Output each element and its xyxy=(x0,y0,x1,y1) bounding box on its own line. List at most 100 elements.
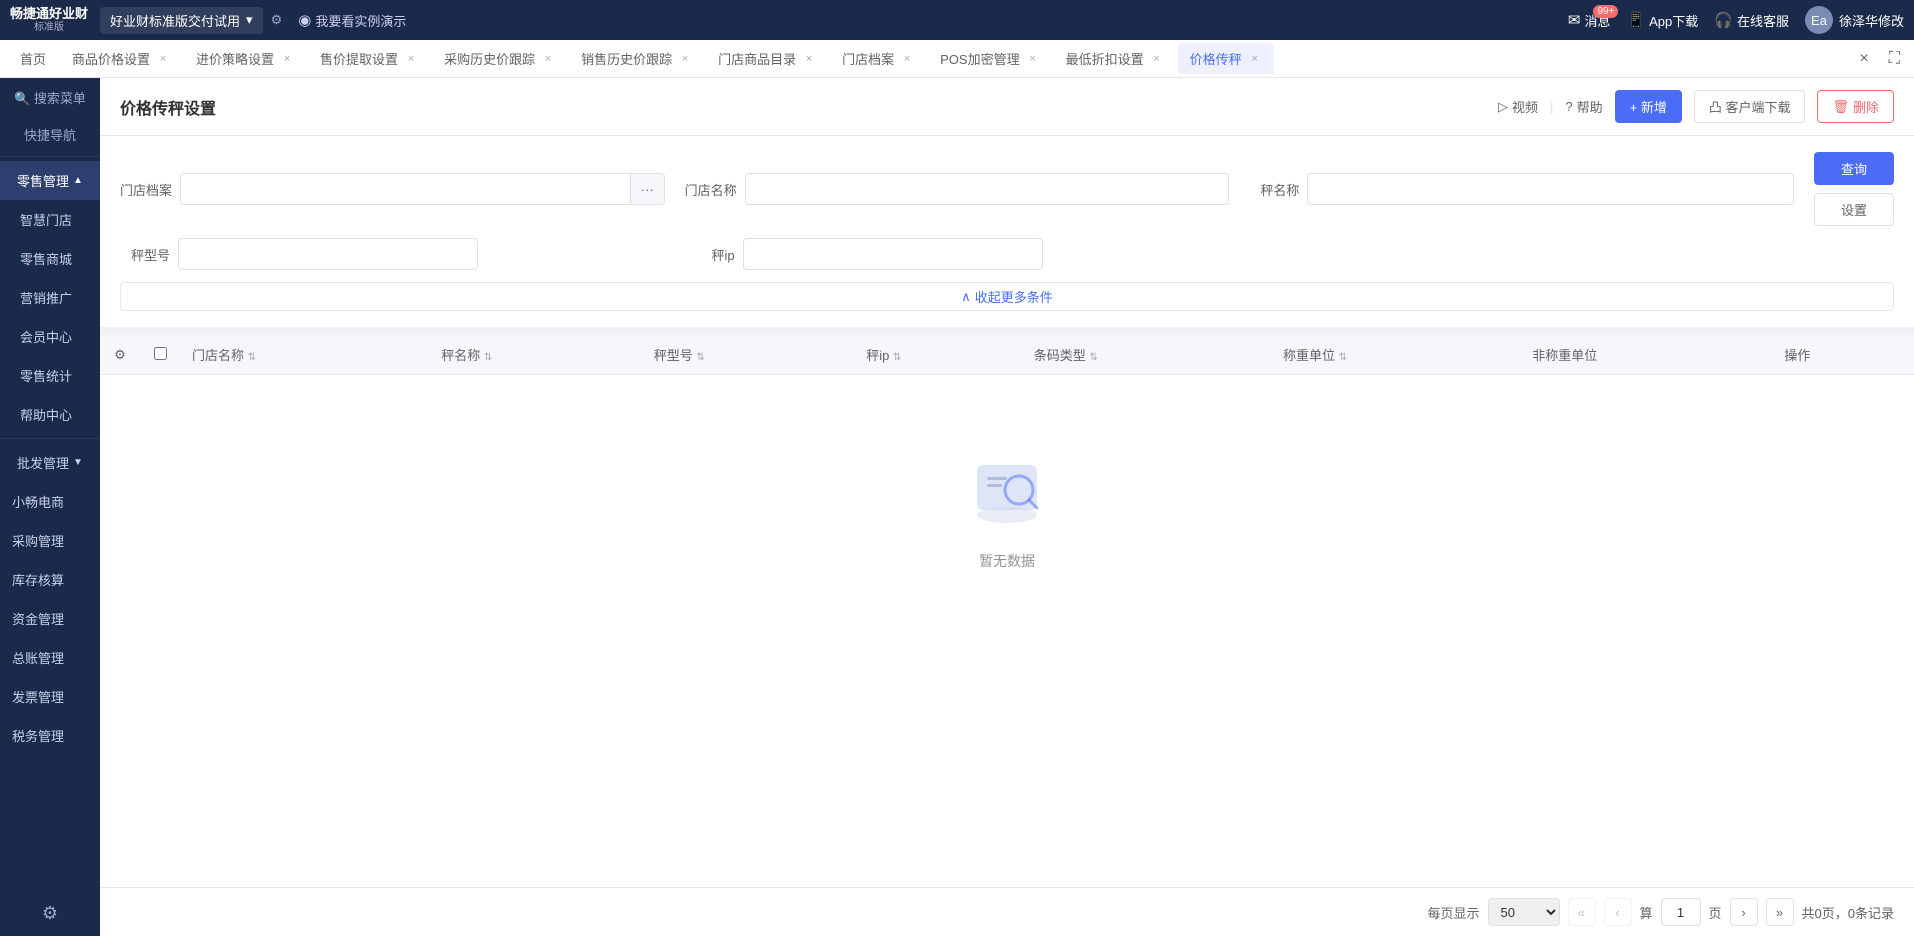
messages-badge: 99+ xyxy=(1593,5,1618,18)
sidebar-item-retail-mall-label: 零售商城 xyxy=(20,249,72,268)
sidebar-item-invoice[interactable]: 发票管理 xyxy=(0,677,100,716)
sidebar-item-marketing[interactable]: 营销推广 xyxy=(0,278,100,317)
th-barcode-type[interactable]: 条码类型 ⇅ xyxy=(1022,335,1271,375)
th-scale-ip[interactable]: 秤ip ⇅ xyxy=(854,335,1021,375)
help-link[interactable]: ? 帮助 xyxy=(1565,97,1602,116)
tab-pos-management[interactable]: POS加密管理 × xyxy=(928,43,1051,74)
store-archive-item: 门店档案 ··· xyxy=(120,173,665,205)
tab-price-relay-close[interactable]: × xyxy=(1248,52,1262,66)
sidebar-item-help-center-label: 帮助中心 xyxy=(20,405,72,424)
messages-btn[interactable]: ✉ 消息 99+ xyxy=(1568,11,1611,30)
chevron-up-icon: ∧ xyxy=(961,289,971,305)
tab-price-settings-close[interactable]: × xyxy=(156,52,170,66)
empty-text: 暂无数据 xyxy=(979,551,1035,571)
user-profile-btn[interactable]: Ea 徐泽华修改 xyxy=(1805,6,1904,34)
sidebar-item-general-ledger-label: 总账管理 xyxy=(12,648,64,667)
tab-store-archive-close[interactable]: × xyxy=(900,52,914,66)
th-barcode-type-label: 条码类型 xyxy=(1034,348,1086,363)
th-weight-unit[interactable]: 称重单位 ⇅ xyxy=(1271,335,1520,375)
sidebar-item-purchase[interactable]: 采购管理 xyxy=(0,521,100,560)
sidebar-item-inventory[interactable]: 库存核算 xyxy=(0,560,100,599)
sidebar-item-wholesale[interactable]: 批发管理 ▼ xyxy=(0,443,100,482)
sidebar-item-smart-store[interactable]: 智慧门店 xyxy=(0,200,100,239)
sidebar-item-retail-stats-label: 零售统计 xyxy=(20,366,72,385)
search-icon: 🔍 xyxy=(14,91,30,106)
last-page-btn[interactable]: » xyxy=(1766,898,1794,926)
tab-selling-price[interactable]: 售价提取设置 × xyxy=(308,43,430,74)
sidebar-item-retail-stats[interactable]: 零售统计 xyxy=(0,356,100,395)
app-download-btn[interactable]: 📱 App下载 xyxy=(1626,11,1698,30)
per-page-select[interactable]: 10 20 50 100 xyxy=(1488,898,1560,926)
scale-name-input[interactable] xyxy=(1307,173,1794,205)
tab-min-discount-close[interactable]: × xyxy=(1150,52,1164,66)
settings-form-button[interactable]: 设置 xyxy=(1814,193,1894,226)
first-page-btn[interactable]: « xyxy=(1568,898,1596,926)
tab-purchase-history-close[interactable]: × xyxy=(541,52,555,66)
sidebar-item-tax[interactable]: 税务管理 xyxy=(0,716,100,755)
tab-sales-history[interactable]: 销售历史价跟踪 × xyxy=(569,43,704,74)
sidebar-item-help-center[interactable]: 帮助中心 xyxy=(0,395,100,434)
th-store-name[interactable]: 门店名称 ⇅ xyxy=(180,335,429,375)
download-button[interactable]: 凸 客户端下载 xyxy=(1694,90,1806,123)
sidebar-item-xiaochang[interactable]: 小畅电商 xyxy=(0,482,100,521)
tab-store-archive[interactable]: 门店档案 × xyxy=(830,43,926,74)
prev-page-btn[interactable]: ‹ xyxy=(1604,898,1632,926)
search-button[interactable]: 查询 xyxy=(1814,152,1894,185)
store-archive-btn[interactable]: ··· xyxy=(631,173,665,205)
sidebar-item-finance[interactable]: 资金管理 xyxy=(0,599,100,638)
close-all-icon[interactable]: × xyxy=(1853,48,1874,70)
th-scale-name[interactable]: 秤名称 ⇅ xyxy=(429,335,641,375)
tab-purchase-strategy[interactable]: 进价策略设置 × xyxy=(184,43,306,74)
store-archive-input[interactable] xyxy=(180,173,631,205)
sidebar-item-retail-management[interactable]: 零售管理 ▲ xyxy=(0,161,100,200)
tab-selling-price-label: 售价提取设置 xyxy=(320,49,398,68)
sidebar-quicknav[interactable]: 快捷导航 xyxy=(0,117,100,152)
delete-label: 删除 xyxy=(1853,97,1879,116)
arrow-up-icon: ▲ xyxy=(73,175,83,186)
th-scale-model[interactable]: 秤型号 ⇅ xyxy=(642,335,854,375)
tab-home[interactable]: 首页 xyxy=(8,43,58,74)
sidebar-item-general-ledger[interactable]: 总账管理 xyxy=(0,638,100,677)
tab-store-catalog[interactable]: 门店商品目录 × xyxy=(706,43,828,74)
sidebar-search[interactable]: 🔍 搜索菜单 xyxy=(0,78,100,117)
online-service-btn[interactable]: 🎧 在线客服 xyxy=(1714,11,1789,30)
tab-min-discount[interactable]: 最低折扣设置 × xyxy=(1054,43,1176,74)
delete-button[interactable]: 🗑 删除 xyxy=(1817,90,1894,123)
add-button[interactable]: + 新增 xyxy=(1615,90,1682,123)
avatar: Ea xyxy=(1805,6,1833,34)
add-label: + 新增 xyxy=(1630,97,1667,116)
scale-model-input[interactable] xyxy=(178,238,478,270)
expand-icon[interactable]: ⛶ xyxy=(1883,48,1906,70)
th-settings-icon[interactable]: ⚙ xyxy=(114,347,126,362)
sidebar-item-member-center[interactable]: 会员中心 xyxy=(0,317,100,356)
select-all-checkbox[interactable] xyxy=(154,347,167,360)
sidebar-settings-btn[interactable]: ⚙ xyxy=(0,891,100,936)
demo-link[interactable]: ◉ 我要看实例演示 xyxy=(298,11,406,30)
tab-pos-management-close[interactable]: × xyxy=(1026,52,1040,66)
tab-price-settings[interactable]: 商品价格设置 × xyxy=(60,43,182,74)
collapse-button[interactable]: ∧ 收起更多条件 xyxy=(120,282,1894,311)
sidebar-divider-2 xyxy=(0,438,100,439)
settings-icon[interactable]: ⚙ xyxy=(271,12,283,28)
first-page-icon: « xyxy=(1578,905,1585,920)
page-number-input[interactable] xyxy=(1661,898,1701,926)
next-page-btn[interactable]: › xyxy=(1730,898,1758,926)
scale-ip-input[interactable] xyxy=(743,238,1043,270)
version-dropdown[interactable]: 好业财标准版交付试用 ▾ xyxy=(100,7,263,34)
th-operation-label: 操作 xyxy=(1784,348,1810,363)
store-name-input[interactable] xyxy=(745,173,1230,205)
tab-purchase-strategy-close[interactable]: × xyxy=(280,52,294,66)
tab-store-catalog-label: 门店商品目录 xyxy=(718,49,796,68)
demo-text: 我要看实例演示 xyxy=(315,11,406,30)
tab-selling-price-close[interactable]: × xyxy=(404,52,418,66)
tab-price-relay[interactable]: 价格传秤 × xyxy=(1178,43,1274,74)
action-buttons: 查询 设置 xyxy=(1814,152,1894,226)
sidebar-item-member-center-label: 会员中心 xyxy=(20,327,72,346)
tab-store-catalog-close[interactable]: × xyxy=(802,52,816,66)
tab-purchase-history[interactable]: 采购历史价跟踪 × xyxy=(432,43,567,74)
tab-sales-history-close[interactable]: × xyxy=(678,52,692,66)
search-form: 门店档案 ··· 门店名称 秤名称 查询 xyxy=(100,136,1914,327)
sidebar-item-retail-mall[interactable]: 零售商城 xyxy=(0,239,100,278)
th-scale-ip-label: 秤ip xyxy=(866,348,889,363)
video-link[interactable]: ▷ 视频 xyxy=(1498,97,1538,116)
